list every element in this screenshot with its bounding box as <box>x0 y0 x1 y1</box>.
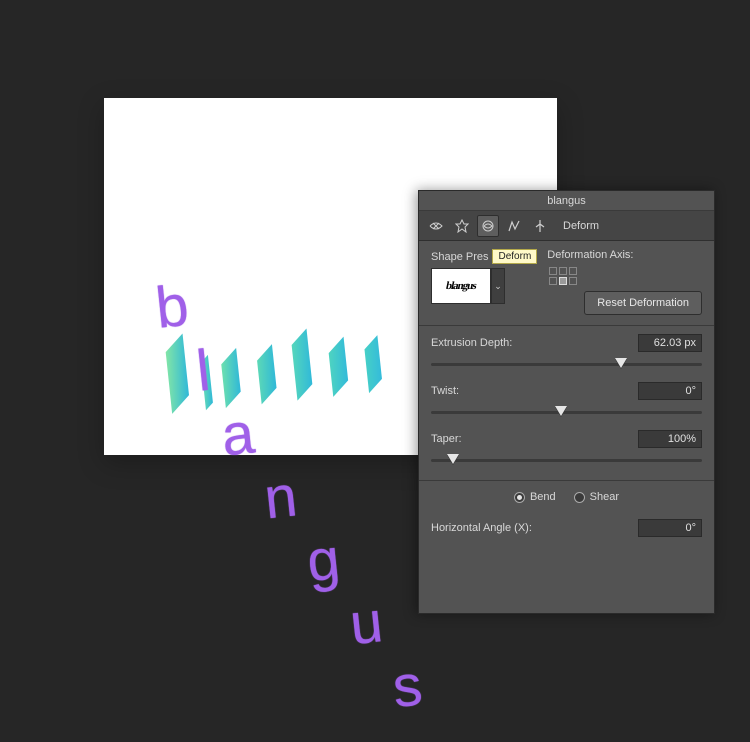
bend-label: Bend <box>530 491 556 503</box>
deformation-axis-label: Deformation Axis: <box>547 249 702 261</box>
mesh-icon[interactable] <box>425 215 447 237</box>
twist-input[interactable]: 0° <box>638 382 702 400</box>
extrusion-depth-input[interactable]: 62.03 px <box>638 334 702 352</box>
taper-label: Taper: <box>431 433 462 445</box>
bend-radio[interactable]: Bend <box>514 491 556 503</box>
deform-icon[interactable] <box>477 215 499 237</box>
taper-input[interactable]: 100% <box>638 430 702 448</box>
shape-preset-label: Shape Pres <box>431 251 488 263</box>
shape-preset-dropdown[interactable]: ⌄ <box>491 268 505 304</box>
bend-shear-radio-group: Bend Shear <box>419 481 714 511</box>
extrusion-depth-slider[interactable] <box>431 356 702 372</box>
scene-icon[interactable] <box>451 215 473 237</box>
coordinates-icon[interactable] <box>529 215 551 237</box>
panel-title: blangus <box>419 191 714 211</box>
twist-label: Twist: <box>431 385 459 397</box>
shape-preset-thumbnail[interactable]: blangus <box>431 268 491 304</box>
radio-dot-icon <box>574 492 585 503</box>
horizontal-angle-input[interactable]: 0° <box>638 519 702 537</box>
taper-slider[interactable] <box>431 452 702 468</box>
horizontal-angle-label: Horizontal Angle (X): <box>431 522 532 534</box>
panel-toolbar: Deform <box>419 211 714 241</box>
twist-slider[interactable] <box>431 404 702 420</box>
shear-label: Shear <box>590 491 619 503</box>
properties-panel: blangus Deform Shape Pres Deform <box>418 190 715 614</box>
toolbar-mode-label: Deform <box>563 220 599 232</box>
deform-tooltip: Deform <box>492 249 537 264</box>
radio-dot-icon <box>514 492 525 503</box>
cap-icon[interactable] <box>503 215 525 237</box>
extrusion-depth-label: Extrusion Depth: <box>431 337 512 349</box>
deformation-axis-picker[interactable] <box>549 267 579 285</box>
shear-radio[interactable]: Shear <box>574 491 619 503</box>
chevron-down-icon: ⌄ <box>494 281 502 292</box>
reset-deformation-button[interactable]: Reset Deformation <box>584 291 702 315</box>
